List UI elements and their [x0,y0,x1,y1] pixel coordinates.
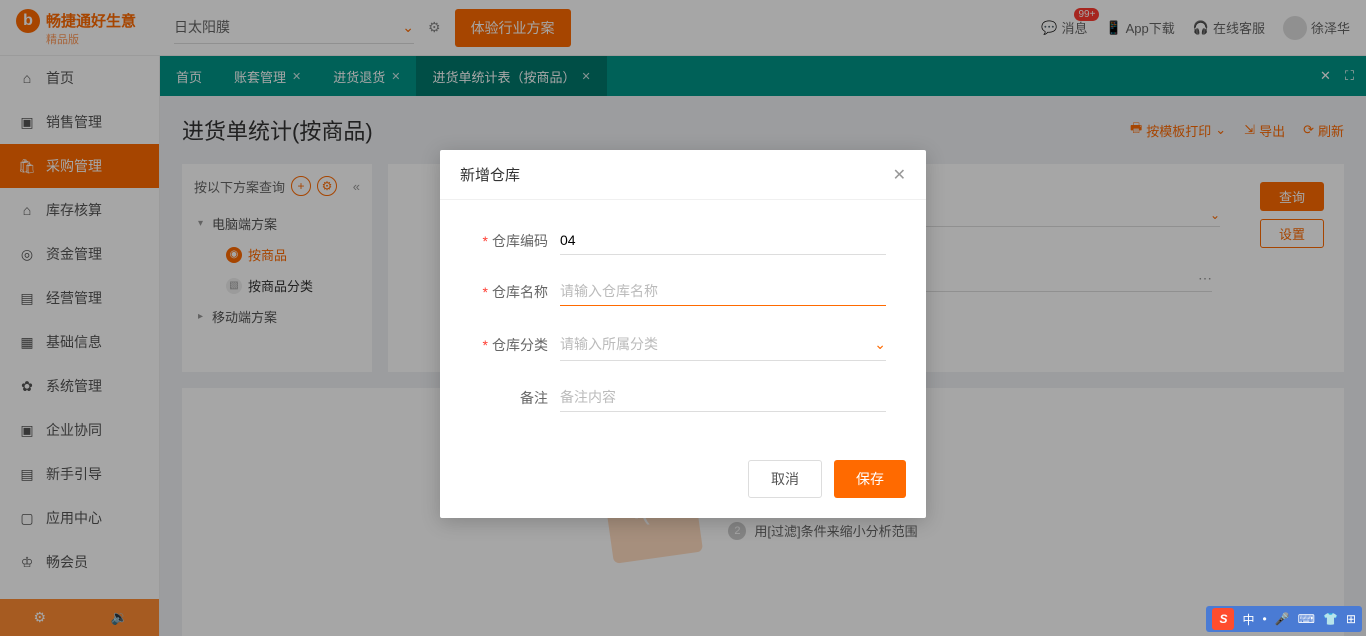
input-code[interactable] [560,226,886,255]
add-warehouse-modal: 新增仓库 ✕ 仓库编码 仓库名称 仓库分类 请输入所属分类 ⌄ 备注 [440,150,926,518]
chevron-down-icon: ⌄ [874,336,886,353]
label-remark: 备注 [480,388,560,408]
label-category: 仓库分类 [480,335,560,355]
input-name[interactable] [560,277,886,306]
ime-punct-icon[interactable]: • [1263,612,1267,626]
select-category-placeholder: 请输入所属分类 [560,334,658,354]
cancel-button[interactable]: 取消 [748,460,822,498]
close-icon[interactable]: ✕ [893,165,906,185]
ime-grid-icon[interactable]: ⊞ [1346,612,1356,626]
ime-logo-icon: S [1212,608,1234,630]
input-remark[interactable] [560,383,886,412]
label-name: 仓库名称 [480,282,560,302]
ime-lang[interactable]: 中 [1242,611,1254,628]
ime-toolbar[interactable]: S 中 • 🎤 ⌨ 👕 ⊞ [1206,606,1362,632]
modal-overlay: 新增仓库 ✕ 仓库编码 仓库名称 仓库分类 请输入所属分类 ⌄ 备注 [0,0,1366,636]
label-code: 仓库编码 [480,231,560,251]
modal-title: 新增仓库 [460,164,520,185]
ime-skin-icon[interactable]: 👕 [1323,612,1338,626]
ime-mic-icon[interactable]: 🎤 [1275,612,1290,626]
ime-keyboard-icon[interactable]: ⌨ [1298,612,1315,626]
select-category[interactable]: 请输入所属分类 ⌄ [560,328,886,361]
save-button[interactable]: 保存 [834,460,906,498]
